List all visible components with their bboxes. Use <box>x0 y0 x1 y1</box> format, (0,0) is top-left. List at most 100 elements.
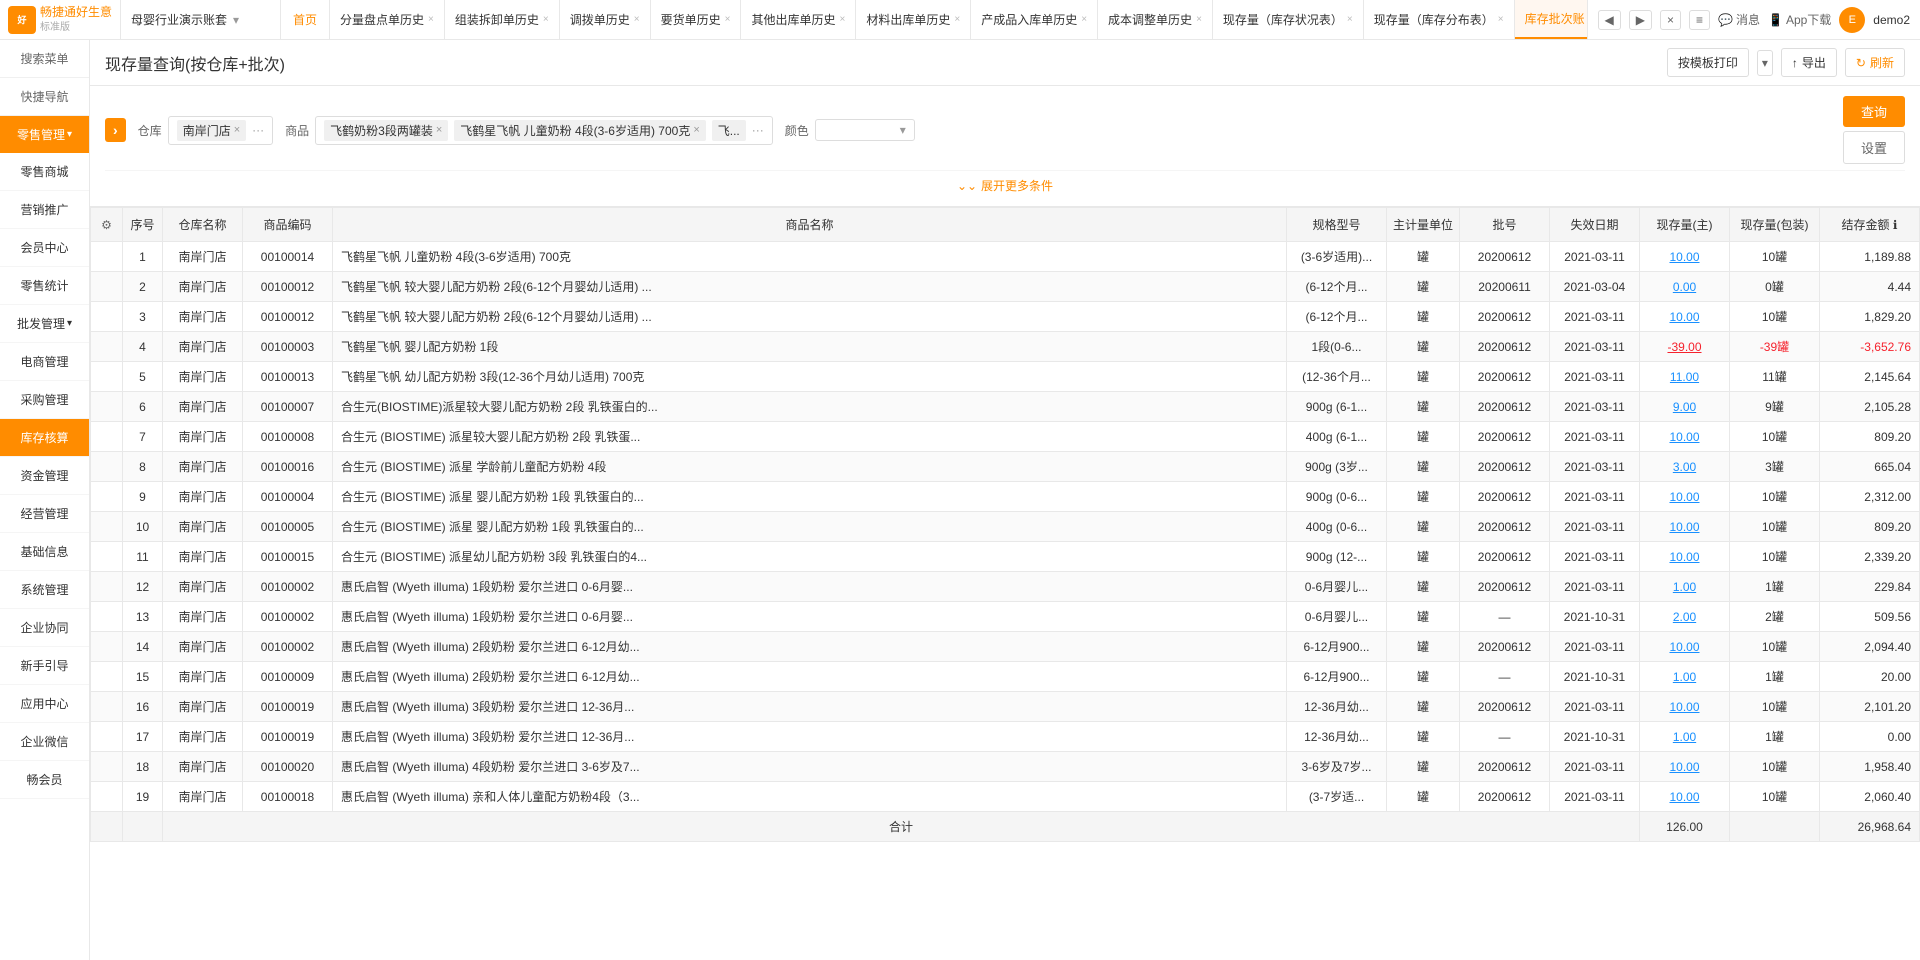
query-btn-area: 查询 设置 <box>1843 96 1905 164</box>
cell-batch: 20200612 <box>1460 242 1550 272</box>
cell-spec: 900g (12-... <box>1286 542 1386 572</box>
expand-filter-btn[interactable]: › <box>105 118 126 142</box>
nav-menu-btn[interactable]: ≡ <box>1689 10 1710 30</box>
sidebar-item-retail-stats[interactable]: 零售统计 <box>0 267 89 305</box>
tab-close-9[interactable]: × <box>1347 14 1353 25</box>
tab-other-out[interactable]: 其他出库单历史× <box>741 0 856 39</box>
product-dots[interactable]: ··· <box>752 123 764 137</box>
sidebar-item-ops[interactable]: 经营管理 <box>0 495 89 533</box>
cell-stock-main[interactable]: 1.00 <box>1640 662 1730 692</box>
sidebar-item-ecommerce[interactable]: 电商管理 <box>0 343 89 381</box>
cell-stock-main[interactable]: 11.00 <box>1640 362 1730 392</box>
sidebar-item-retail-shop[interactable]: 零售商城 <box>0 153 89 191</box>
sidebar-item-base[interactable]: 基础信息 <box>0 533 89 571</box>
cell-stock-main[interactable]: 10.00 <box>1640 512 1730 542</box>
tab-close-4[interactable]: × <box>725 14 731 25</box>
user-avatar[interactable]: E <box>1839 7 1865 33</box>
warehouse-dots[interactable]: ··· <box>252 123 264 137</box>
warehouse-tag-remove[interactable]: × <box>234 124 240 136</box>
cell-stock-main[interactable]: 1.00 <box>1640 572 1730 602</box>
print-arrow[interactable]: ▾ <box>1757 50 1773 76</box>
product-tag-2-remove[interactable]: × <box>693 124 699 136</box>
sidebar-item-enterprise[interactable]: 企业协同 <box>0 609 89 647</box>
tab-close-8[interactable]: × <box>1196 14 1202 25</box>
sidebar-item-enterprise-wechat[interactable]: 企业微信 <box>0 723 89 761</box>
cell-stock-main[interactable]: 9.00 <box>1640 392 1730 422</box>
sidebar-item-guide[interactable]: 新手引导 <box>0 647 89 685</box>
sidebar-item-finance[interactable]: 资金管理 <box>0 457 89 495</box>
app-download-btn[interactable]: 📱 App下载 <box>1768 11 1831 28</box>
col-settings-header[interactable]: ⚙ <box>91 208 123 242</box>
cell-stock-main[interactable]: 10.00 <box>1640 302 1730 332</box>
settings-btn[interactable]: 设置 <box>1843 131 1905 164</box>
cell-stock-main[interactable]: 10.00 <box>1640 692 1730 722</box>
sidebar-item-retail-mgmt[interactable]: 零售管理 ▾ <box>0 116 89 153</box>
cell-warehouse: 南岸门店 <box>163 572 243 602</box>
cell-stock-main[interactable]: 1.00 <box>1640 722 1730 752</box>
industry-selector[interactable]: 母婴行业演示账套 ▾ <box>121 0 281 39</box>
cell-stock-main[interactable]: 10.00 <box>1640 782 1730 812</box>
sidebar-item-app-center[interactable]: 应用中心 <box>0 685 89 723</box>
cell-warehouse: 南岸门店 <box>163 362 243 392</box>
cell-stock-main[interactable]: -39.00 <box>1640 332 1730 362</box>
nav-next-btn[interactable]: ▶ <box>1629 10 1652 30</box>
sidebar-item-inventory[interactable]: 库存核算 <box>0 419 89 457</box>
message-btn[interactable]: 💬 消息 <box>1718 11 1760 28</box>
sidebar-item-purchase[interactable]: 采购管理 <box>0 381 89 419</box>
cell-stock-main[interactable]: 10.00 <box>1640 242 1730 272</box>
cell-stock-main[interactable]: 3.00 <box>1640 452 1730 482</box>
expand-more-btn[interactable]: ⌄⌄ 展开更多条件 <box>105 170 1905 200</box>
cell-expire: 2021-03-04 <box>1550 272 1640 302</box>
cell-warehouse: 南岸门店 <box>163 482 243 512</box>
tab-batch-voucher[interactable]: 库存批次账× <box>1515 0 1587 39</box>
tab-cost-adjust[interactable]: 成本调整单历史× <box>1098 0 1213 39</box>
sidebar-quick-nav[interactable]: 快捷导航 <box>0 78 89 116</box>
cell-stock-main[interactable]: 2.00 <box>1640 602 1730 632</box>
tab-close-10[interactable]: × <box>1498 14 1504 25</box>
tab-close-5[interactable]: × <box>839 14 845 25</box>
color-input[interactable]: ▾ <box>815 119 915 141</box>
print-btn[interactable]: 按模板打印 <box>1667 48 1749 77</box>
query-btn[interactable]: 查询 <box>1843 96 1905 127</box>
tab-stock-status[interactable]: 现存量（库存状况表）× <box>1213 0 1364 39</box>
tab-adjust[interactable]: 调拨单历史× <box>560 0 651 39</box>
nav-close-btn[interactable]: × <box>1660 10 1681 30</box>
sidebar-item-wholesale[interactable]: 批发管理 ▾ <box>0 305 89 343</box>
sidebar-item-marketing[interactable]: 营销推广 <box>0 191 89 229</box>
cell-balance: 1,189.88 <box>1820 242 1920 272</box>
tab-home[interactable]: 首页 <box>281 0 330 39</box>
tab-close-3[interactable]: × <box>634 14 640 25</box>
cell-expire: 2021-10-31 <box>1550 722 1640 752</box>
cell-settings <box>91 692 123 722</box>
export-btn[interactable]: ↑ 导出 <box>1781 48 1837 77</box>
sidebar-search[interactable]: 搜索菜单 <box>0 40 89 78</box>
tab-close-7[interactable]: × <box>1081 14 1087 25</box>
tab-close-1[interactable]: × <box>428 14 434 25</box>
cell-stock-main[interactable]: 10.00 <box>1640 752 1730 782</box>
cell-stock-main[interactable]: 10.00 <box>1640 542 1730 572</box>
tab-product-in[interactable]: 产成品入库单历史× <box>971 0 1098 39</box>
cell-spec: 0-6月婴儿... <box>1286 572 1386 602</box>
cell-product-code: 00100020 <box>243 752 333 782</box>
cell-warehouse: 南岸门店 <box>163 512 243 542</box>
cell-stock-main[interactable]: 10.00 <box>1640 632 1730 662</box>
refresh-btn[interactable]: ↻ 刷新 <box>1845 48 1905 77</box>
product-input[interactable]: 飞鹤奶粉3段两罐装 × 飞鹤星飞帆 儿童奶粉 4段(3-6岁适用) 700克 ×… <box>315 116 773 145</box>
sidebar-item-member[interactable]: 会员中心 <box>0 229 89 267</box>
warehouse-input[interactable]: 南岸门店 × ··· <box>168 116 273 145</box>
product-tag-1-remove[interactable]: × <box>436 124 442 136</box>
cell-stock-main[interactable]: 10.00 <box>1640 482 1730 512</box>
tab-close-6[interactable]: × <box>954 14 960 25</box>
tab-disassembly[interactable]: 组装拆卸单历史× <box>445 0 560 39</box>
nav-prev-btn[interactable]: ◀ <box>1598 10 1621 30</box>
sidebar-item-system[interactable]: 系统管理 <box>0 571 89 609</box>
sidebar-item-member2[interactable]: 畅会员 <box>0 761 89 799</box>
tab-material-out[interactable]: 材料出库单历史× <box>856 0 971 39</box>
tab-close-2[interactable]: × <box>543 14 549 25</box>
tab-split-inventory[interactable]: 分量盘点单历史× <box>330 0 445 39</box>
warehouse-tag: 南岸门店 × <box>177 120 246 141</box>
tab-stock-dist[interactable]: 现存量（库存分布表）× <box>1364 0 1515 39</box>
tab-requisition[interactable]: 要货单历史× <box>651 0 742 39</box>
cell-stock-main[interactable]: 10.00 <box>1640 422 1730 452</box>
cell-stock-main[interactable]: 0.00 <box>1640 272 1730 302</box>
